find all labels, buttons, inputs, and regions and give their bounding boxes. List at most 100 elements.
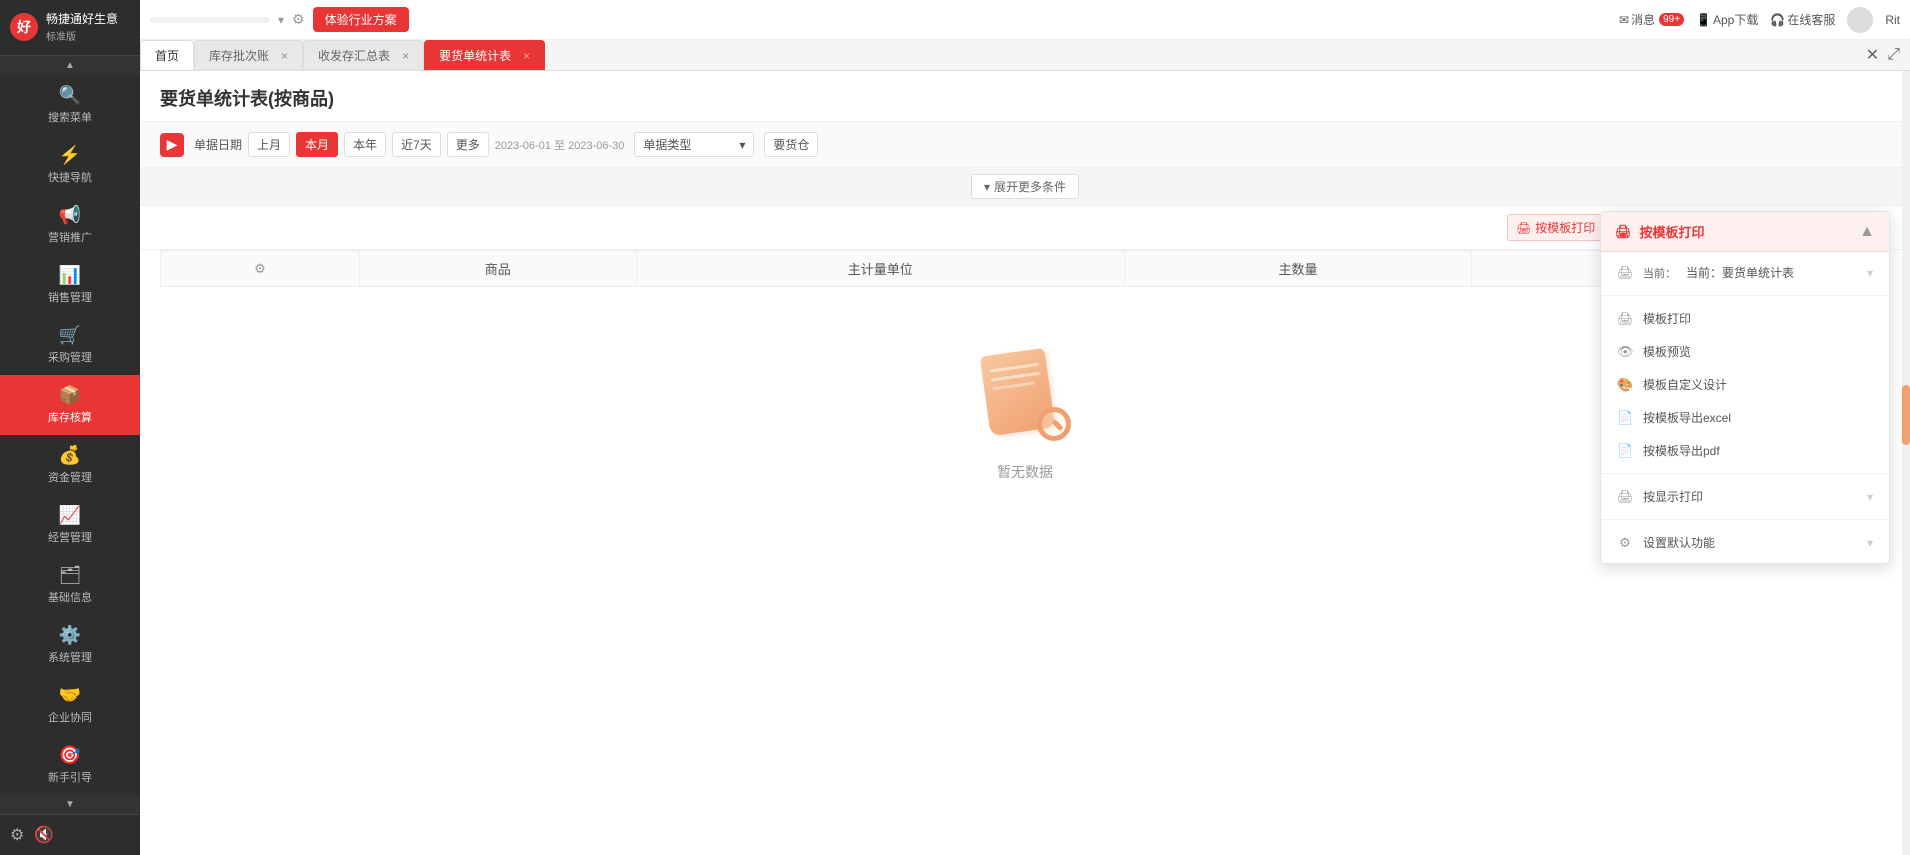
tab-receive-summary[interactable]: 收发存汇总表 × — [303, 40, 424, 70]
sidebar-item-basic[interactable]: 🗂 基础信息 — [0, 555, 140, 615]
sidebar-item-label: 快捷导航 — [48, 169, 92, 185]
sidebar: 好 畅捷通好生意 标准版 ▲ 🔍 搜索菜单 ⚡ 快捷导航 📢 营销推广 📊 销售… — [0, 0, 140, 855]
dropdown-divider-3 — [1601, 519, 1889, 520]
topbar-chevron-icon[interactable]: ▾ — [278, 13, 284, 27]
date-7days-btn[interactable]: 近7天 — [392, 132, 441, 157]
sidebar-item-operations[interactable]: 📈 经营管理 — [0, 495, 140, 555]
app-name: 畅捷通好生意 — [46, 12, 118, 28]
current-item-label: 当前： — [1643, 265, 1676, 281]
set-default-label: 设置默认功能 — [1643, 534, 1857, 551]
page-content: 要货单统计表(按商品) ▶ 单据日期 上月 本月 本年 近7天 更多 2023-… — [140, 71, 1910, 855]
sidebar-item-marketing[interactable]: 📢 营销推广 — [0, 195, 140, 255]
dropdown-item-template-preview[interactable]: 👁 模板预览 — [1601, 335, 1889, 368]
sidebar-scroll-up[interactable]: ▲ — [65, 60, 75, 71]
sidebar-item-label: 基础信息 — [48, 589, 92, 605]
user-name[interactable]: Rit — [1885, 13, 1900, 27]
sidebar-item-finance[interactable]: 💰 资金管理 — [0, 435, 140, 495]
filter-expand-icon[interactable]: ▶ — [160, 133, 184, 157]
sidebar-bottom: ⚙ 🔇 — [0, 814, 140, 855]
logo-icon: 好 — [10, 13, 38, 41]
tabs-container: 首页 库存批次账 × 收发存汇总表 × 要货单统计表 × ✕ ⤢ — [140, 40, 1910, 71]
right-scrollbar[interactable] — [1902, 71, 1910, 855]
expand-more-btn[interactable]: ▾ 展开更多条件 — [971, 174, 1079, 199]
dropdown-current-section: 🖨 当前： 当前：要货单统计表 ▾ — [1601, 252, 1889, 293]
dropdown-item-set-default[interactable]: ⚙ 设置默认功能 ▾ — [1601, 526, 1889, 559]
template-excel-label: 按模板导出excel — [1643, 409, 1873, 426]
dropdown-current-item[interactable]: 🖨 当前： 当前：要货单统计表 ▾ — [1601, 256, 1889, 289]
download-icon: 📱 — [1696, 13, 1711, 27]
inventory-batch-tab-label: 库存批次账 — [209, 47, 269, 64]
dropdown-item-display-print[interactable]: 🖨 按显示打印 ▾ — [1601, 480, 1889, 513]
dropdown-item-template-excel[interactable]: 📄 按模板导出excel — [1601, 401, 1889, 434]
type-filter-chevron-icon: ▾ — [739, 138, 745, 152]
dropdown-divider-2 — [1601, 473, 1889, 474]
type-filter-select[interactable]: 单据类型 ▾ — [634, 132, 754, 157]
sidebar-nav: 🔍 搜索菜单 ⚡ 快捷导航 📢 营销推广 📊 销售管理 🛒 采购管理 📦 库存核… — [0, 75, 140, 795]
maximize-window-btn[interactable]: ⤢ — [1887, 46, 1900, 64]
tab-close-receive-summary[interactable]: × — [402, 49, 409, 63]
template-print-dropdown: 🖨 按模板打印 ▲ 🖨 当前： 当前：要货单统计表 ▾ 🖨 模板打印 — [1600, 211, 1890, 564]
date-this-year-btn[interactable]: 本年 — [344, 132, 386, 157]
sidebar-item-quick-nav[interactable]: ⚡ 快捷导航 — [0, 135, 140, 195]
settings-bottom-icon[interactable]: ⚙ — [10, 825, 24, 845]
online-service-link[interactable]: 🎧 在线客服 — [1770, 11, 1835, 28]
sidebar-item-purchase[interactable]: 🛒 采购管理 — [0, 315, 140, 375]
template-preview-label: 模板预览 — [1643, 343, 1873, 360]
date-last-month-btn[interactable]: 上月 — [248, 132, 290, 157]
tab-order-stats[interactable]: 要货单统计表 × — [424, 40, 545, 70]
table-col-settings[interactable]: ⚙ — [161, 251, 360, 287]
sidebar-item-inventory[interactable]: 📦 库存核算 — [0, 375, 140, 435]
date-this-month-btn[interactable]: 本月 — [296, 132, 338, 157]
sidebar-item-label: 营销推广 — [48, 229, 92, 245]
mute-bottom-icon[interactable]: 🔇 — [34, 825, 54, 845]
dropdown-item-template-print[interactable]: 🖨 模板打印 — [1601, 302, 1889, 335]
sidebar-item-label: 企业协同 — [48, 709, 92, 725]
expand-more-bar: ▾ 展开更多条件 — [140, 168, 1910, 206]
filter-bar: ▶ 单据日期 上月 本月 本年 近7天 更多 2023-06-01 至 2023… — [140, 122, 1910, 168]
quick-nav-icon: ⚡ — [59, 145, 81, 166]
sidebar-item-system[interactable]: ⚙️ 系统管理 — [0, 615, 140, 675]
sidebar-item-label: 采购管理 — [48, 349, 92, 365]
app-download-link[interactable]: 📱 App下载 — [1696, 11, 1758, 28]
dropdown-item-template-design[interactable]: 🎨 模板自定义设计 — [1601, 368, 1889, 401]
dropdown-section-1: 🖨 模板打印 👁 模板预览 🎨 模板自定义设计 📄 按模板导出excel 📄 — [1601, 298, 1889, 471]
scrollbar-thumb[interactable] — [1902, 385, 1910, 445]
sidebar-item-collab[interactable]: 🤝 企业协同 — [0, 675, 140, 735]
marketing-icon: 📢 — [59, 205, 81, 226]
display-print-icon: 🖨 — [1617, 489, 1633, 505]
sidebar-scroll-down[interactable]: ▼ — [65, 799, 75, 810]
current-item-icon: 🖨 — [1617, 265, 1633, 281]
topbar: ▾ ⚙ 体验行业方案 ✉ 消息 99+ 📱 App下载 🎧 在线客服 Rit — [140, 0, 1910, 40]
sidebar-item-sales[interactable]: 📊 销售管理 — [0, 255, 140, 315]
set-default-icon: ⚙ — [1617, 535, 1633, 551]
table-settings-icon[interactable]: ⚙ — [254, 261, 266, 276]
sidebar-item-label: 库存核算 — [48, 409, 92, 425]
dropdown-title-text: 按模板打印 — [1640, 222, 1705, 241]
tab-home[interactable]: 首页 — [140, 40, 194, 70]
app-logo: 好 畅捷通好生意 标准版 — [0, 0, 140, 56]
date-more-btn[interactable]: 更多 — [447, 132, 489, 157]
tab-area: 首页 库存批次账 × 收发存汇总表 × 要货单统计表 × — [140, 40, 1856, 70]
tab-close-inventory-batch[interactable]: × — [281, 49, 288, 63]
messages-link[interactable]: ✉ 消息 99+ — [1619, 11, 1684, 28]
print-label: 按模板打印 — [1535, 219, 1595, 236]
tab-close-order-stats[interactable]: × — [523, 49, 530, 63]
sidebar-item-guide[interactable]: 🎯 新手引导 — [0, 735, 140, 795]
home-tab-label: 首页 — [155, 47, 179, 64]
sidebar-item-search[interactable]: 🔍 搜索菜单 — [0, 75, 140, 135]
tab-inventory-batch[interactable]: 库存批次账 × — [194, 40, 303, 70]
user-avatar[interactable] — [1847, 7, 1873, 33]
goods-filter-tag[interactable]: 要货仓 — [764, 132, 818, 157]
topbar-search-box — [150, 17, 270, 23]
close-window-btn[interactable]: ✕ — [1866, 45, 1879, 65]
type-filter-label: 单据类型 — [643, 136, 691, 153]
template-preview-icon: 👁 — [1617, 344, 1633, 360]
display-print-label: 按显示打印 — [1643, 488, 1857, 505]
topbar-settings-icon[interactable]: ⚙ — [292, 11, 305, 28]
dropdown-close-btn[interactable]: ▲ — [1859, 223, 1875, 241]
message-badge: 99+ — [1659, 13, 1684, 26]
goods-filter-label: 要货仓 — [773, 138, 809, 152]
trial-btn[interactable]: 体验行业方案 — [313, 7, 409, 32]
sidebar-item-label: 销售管理 — [48, 289, 92, 305]
dropdown-item-template-pdf[interactable]: 📄 按模板导出pdf — [1601, 434, 1889, 467]
